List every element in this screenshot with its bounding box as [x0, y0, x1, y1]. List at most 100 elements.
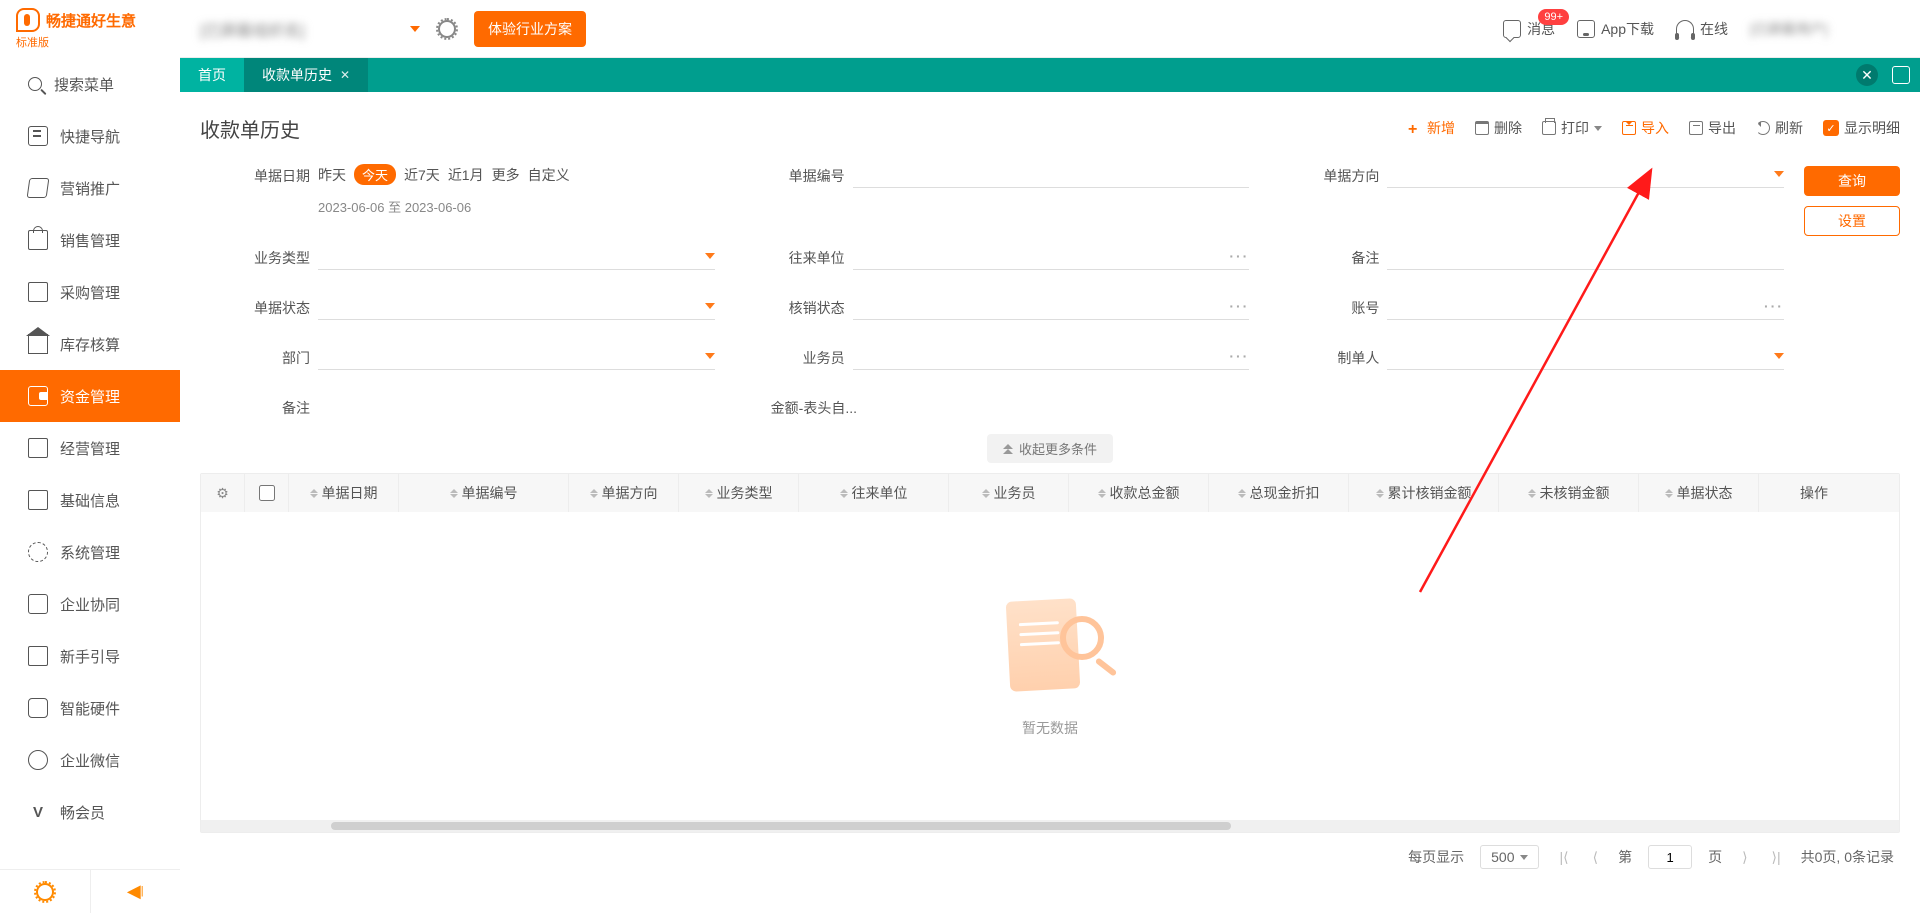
phone-icon: [1577, 20, 1595, 38]
sidebar-collapse-button[interactable]: ◀|: [91, 870, 181, 913]
column-header[interactable]: 单据编号: [399, 474, 569, 512]
field-remark2[interactable]: 备注: [236, 396, 715, 420]
show-detail-toggle[interactable]: ✓显示明细: [1823, 118, 1900, 138]
per-page-select[interactable]: 500: [1480, 845, 1539, 869]
sidebar-item-13[interactable]: 企业微信: [0, 734, 180, 786]
sidebar-icon: [28, 594, 48, 614]
field-salesman[interactable]: 业务员···: [771, 346, 1250, 370]
sidebar-item-10[interactable]: 企业协同: [0, 578, 180, 630]
column-header[interactable]: 单据状态: [1639, 474, 1759, 512]
query-button[interactable]: 查询: [1804, 166, 1900, 196]
delete-button[interactable]: 删除: [1475, 118, 1522, 138]
first-page-button[interactable]: |⟨: [1555, 849, 1572, 866]
print-button[interactable]: 打印: [1542, 118, 1602, 138]
date-opt-more[interactable]: 更多: [492, 165, 520, 185]
column-header[interactable]: 单据日期: [289, 474, 399, 512]
next-page-button[interactable]: ⟩: [1738, 849, 1751, 866]
column-label: 累计核销金额: [1388, 483, 1472, 503]
field-direction[interactable]: 单据方向: [1305, 164, 1784, 220]
field-biz-type[interactable]: 业务类型: [236, 246, 715, 270]
sidebar-item-0[interactable]: 搜索菜单: [0, 58, 180, 110]
column-config-button[interactable]: ⚙: [201, 474, 245, 512]
sidebar-item-label: 系统管理: [60, 542, 120, 563]
sidebar-icon: [28, 750, 48, 770]
column-header[interactable]: 总现金折扣: [1209, 474, 1349, 512]
column-header[interactable]: 收款总金额: [1069, 474, 1209, 512]
refresh-button[interactable]: 刷新: [1756, 118, 1803, 138]
field-creator[interactable]: 制单人: [1305, 346, 1784, 370]
tab-home[interactable]: 首页: [180, 58, 244, 92]
date-opt-7d[interactable]: 近7天: [404, 165, 440, 185]
collapse-filters-button[interactable]: 收起更多条件: [987, 434, 1113, 463]
chevron-down-icon: [1520, 855, 1528, 860]
messages-link[interactable]: 消息 99+: [1503, 19, 1555, 39]
sidebar-item-3[interactable]: 销售管理: [0, 214, 180, 266]
add-button[interactable]: 新增: [1408, 118, 1455, 138]
date-opt-yesterday[interactable]: 昨天: [318, 165, 346, 185]
try-industry-button[interactable]: 体验行业方案: [474, 11, 586, 47]
field-partner[interactable]: 往来单位···: [771, 246, 1250, 270]
tab-receipt-history[interactable]: 收款单历史 ✕: [244, 58, 368, 92]
sidebar-settings-button[interactable]: [0, 870, 91, 913]
export-button[interactable]: 导出: [1689, 118, 1736, 138]
sidebar-item-6[interactable]: 资金管理: [0, 370, 180, 422]
org-select[interactable]: [已屏蔽组织名]: [200, 17, 420, 41]
sidebar-item-4[interactable]: 采购管理: [0, 266, 180, 318]
page-input[interactable]: [1648, 845, 1692, 869]
sidebar-item-5[interactable]: 库存核算: [0, 318, 180, 370]
sidebar-item-11[interactable]: 新手引导: [0, 630, 180, 682]
field-verify-status[interactable]: 核销状态···: [771, 296, 1250, 320]
sidebar-item-2[interactable]: 营销推广: [0, 162, 180, 214]
last-page-button[interactable]: ⟩|: [1768, 849, 1785, 866]
sidebar-icon: V: [28, 802, 48, 822]
label-doc-no: 单据编号: [771, 164, 845, 186]
toolbar: 新增 删除 打印 导入 导出 刷新 ✓显示明细: [1408, 118, 1900, 138]
column-header[interactable]: 累计核销金额: [1349, 474, 1499, 512]
prev-page-button[interactable]: ⟨: [1589, 849, 1602, 866]
tabs-close-all-icon[interactable]: ✕: [1856, 64, 1878, 86]
date-opt-today[interactable]: 今天: [354, 164, 396, 185]
column-header[interactable]: 业务类型: [679, 474, 799, 512]
select-all-checkbox[interactable]: [245, 474, 289, 512]
field-doc-status[interactable]: 单据状态: [236, 296, 715, 320]
field-remark[interactable]: 备注: [1305, 246, 1784, 270]
sidebar-item-label: 畅会员: [60, 802, 105, 823]
sidebar-item-8[interactable]: 基础信息: [0, 474, 180, 526]
horizontal-scrollbar[interactable]: [201, 820, 1899, 832]
label-account: 账号: [1305, 296, 1379, 318]
field-account[interactable]: 账号···: [1305, 296, 1784, 320]
column-header[interactable]: 操作: [1759, 474, 1869, 512]
field-custom-amount[interactable]: 金额-表头自...: [771, 396, 1250, 420]
column-header[interactable]: 往来单位: [799, 474, 949, 512]
tab-close-icon[interactable]: ✕: [340, 68, 350, 82]
settings-button[interactable]: 设置: [1804, 206, 1900, 236]
sidebar-item-12[interactable]: 智能硬件: [0, 682, 180, 734]
field-dept[interactable]: 部门: [236, 346, 715, 370]
app-download-link[interactable]: App下载: [1577, 19, 1654, 39]
tabs-fullscreen-icon[interactable]: [1892, 66, 1910, 84]
sidebar-item-1[interactable]: 快捷导航: [0, 110, 180, 162]
column-header[interactable]: 业务员: [949, 474, 1069, 512]
settings-icon[interactable]: [438, 20, 456, 38]
user-menu[interactable]: [已屏蔽用户]: [1750, 19, 1900, 39]
column-header[interactable]: 单据方向: [569, 474, 679, 512]
page-title: 收款单历史: [200, 114, 300, 143]
import-button[interactable]: 导入: [1622, 118, 1669, 138]
delete-label: 删除: [1494, 118, 1522, 138]
date-opt-1m[interactable]: 近1月: [448, 165, 484, 185]
sidebar-item-7[interactable]: 经营管理: [0, 422, 180, 474]
more-icon: ···: [1229, 248, 1249, 264]
empty-text: 暂无数据: [1022, 718, 1078, 738]
sidebar-item-14[interactable]: V 畅会员: [0, 786, 180, 838]
column-label: 未核销金额: [1540, 483, 1610, 503]
sidebar-icon: [28, 282, 48, 302]
label-custom-amount: 金额-表头自...: [771, 396, 857, 418]
online-status[interactable]: 在线: [1676, 19, 1728, 39]
sidebar-item-9[interactable]: 系统管理: [0, 526, 180, 578]
import-icon: [1622, 121, 1636, 135]
sidebar-icon: [28, 77, 42, 91]
date-opt-custom[interactable]: 自定义: [528, 165, 570, 185]
sidebar-icon: [28, 334, 48, 354]
field-doc-no[interactable]: 单据编号: [771, 164, 1250, 220]
column-header[interactable]: 未核销金额: [1499, 474, 1639, 512]
